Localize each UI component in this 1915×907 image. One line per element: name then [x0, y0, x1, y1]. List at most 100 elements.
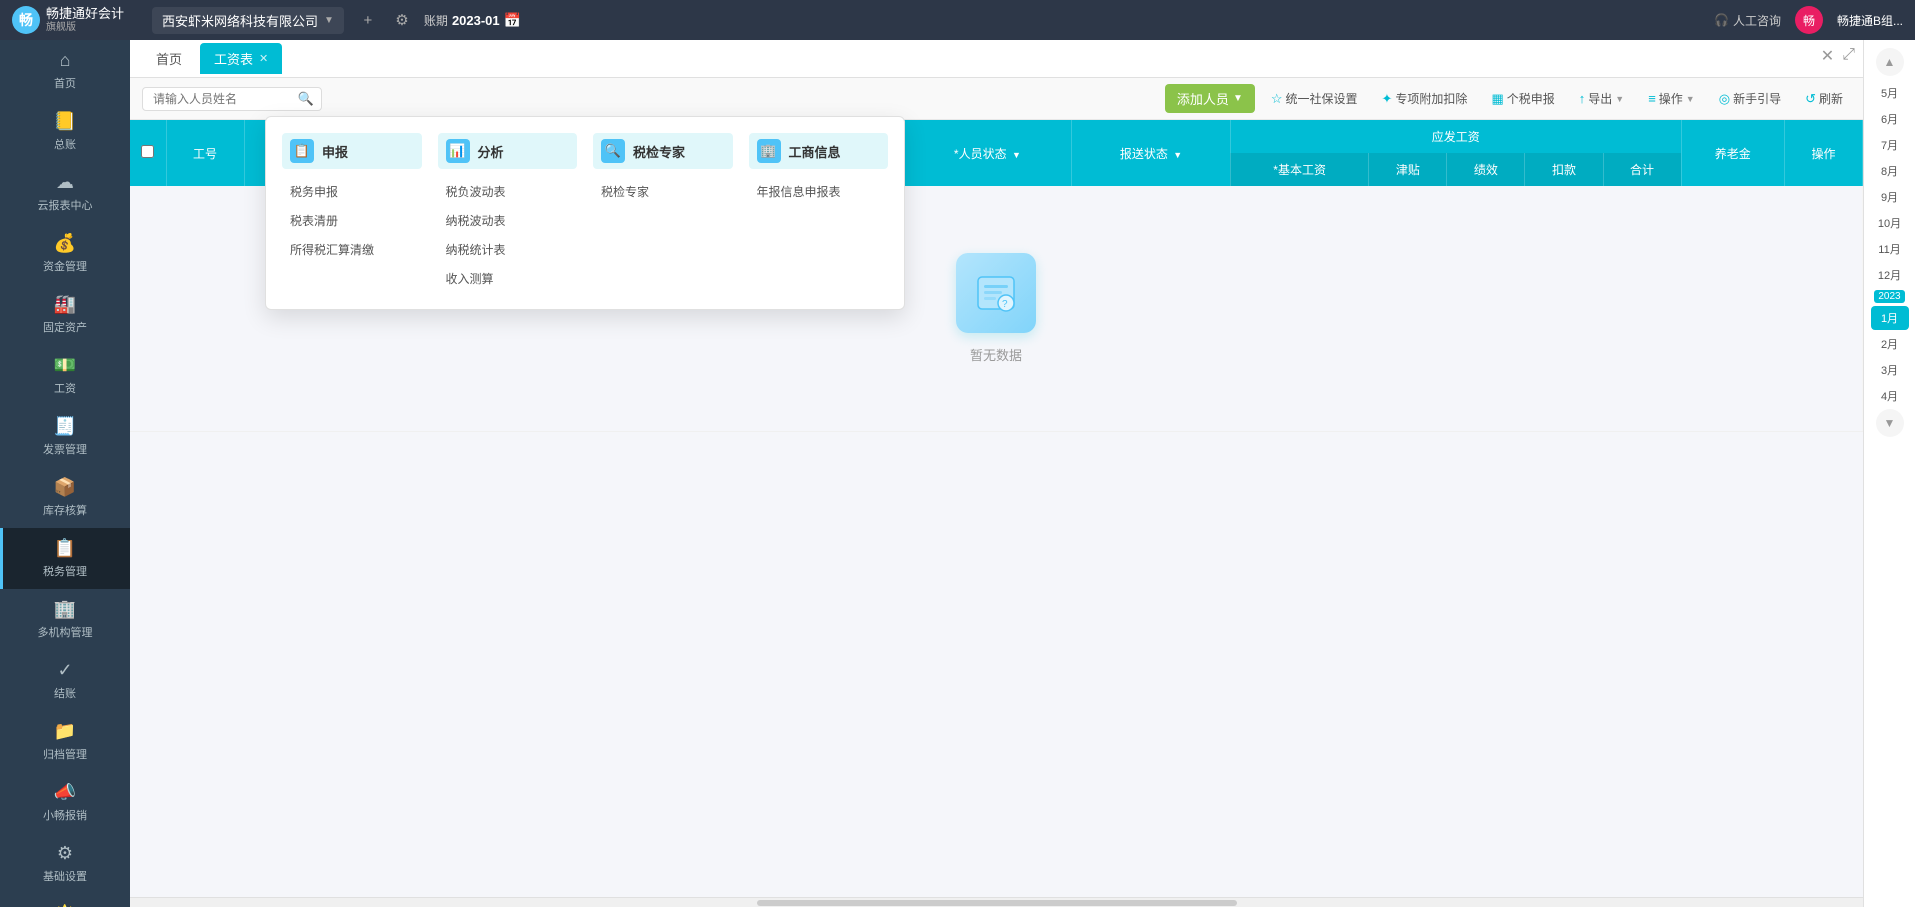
operate-icon: ≡	[1648, 91, 1656, 106]
dropdown-section-tax-expert: 🔍 税检专家 税检专家	[593, 133, 733, 293]
period-label: 账期	[424, 12, 448, 29]
window-maximize-icon[interactable]: ⤢	[1842, 46, 1855, 66]
select-all-checkbox[interactable]	[141, 145, 154, 158]
special-deduction-btn[interactable]: ✦ 专项附加扣除	[1374, 86, 1476, 111]
month-7[interactable]: 7月	[1871, 133, 1909, 157]
tab-salary[interactable]: 工资表 ✕	[200, 43, 282, 74]
refresh-icon: ↺	[1805, 91, 1816, 107]
toolbar: 🔍 添加人员 ▼ ☆ 统一社保设置 ✦ 专项附加扣除 ▦ 个税申报 ↑ 导出	[130, 78, 1863, 120]
add-people-label: 添加人员	[1177, 89, 1229, 108]
month-12[interactable]: 12月	[1871, 263, 1909, 287]
social-setting-btn[interactable]: ☆ 统一社保设置	[1263, 86, 1366, 111]
sidebar-item-inventory[interactable]: 📦 库存核算	[0, 467, 130, 528]
month-4[interactable]: 4月	[1871, 384, 1909, 408]
period-value: 2023-01	[452, 13, 500, 28]
rp-up-nav[interactable]: ▲	[1876, 48, 1904, 76]
sidebar-item-cloud[interactable]: ☁ 云报表中心	[0, 162, 130, 223]
month-6[interactable]: 6月	[1871, 107, 1909, 131]
declaration-title: 申报	[322, 142, 348, 161]
add-people-button[interactable]: 添加人员 ▼	[1165, 84, 1255, 113]
menu-tax-expert[interactable]: 税检专家	[593, 177, 733, 206]
analysis-icon: 📊	[446, 139, 470, 163]
sidebar-item-close[interactable]: ✓ 结账	[0, 650, 130, 711]
salary-icon: 💵	[54, 355, 76, 376]
sidebar-item-home[interactable]: ⌂ 首页	[0, 40, 130, 101]
invoice-icon: 🧾	[54, 416, 76, 437]
sidebar-item-ledger[interactable]: 📒 总账	[0, 101, 130, 162]
operate-btn[interactable]: ≡ 操作 ▼	[1640, 86, 1703, 111]
add-icon-btn[interactable]: +	[356, 8, 380, 32]
month-1-active[interactable]: 1月	[1871, 306, 1909, 330]
app-sub: 旗舰版	[46, 22, 124, 34]
settings-icon-btn[interactable]: ⚙	[390, 8, 414, 32]
dropdown-section-declaration: 📋 申报 税务申报 税表清册 所得税汇算清缴	[282, 133, 422, 293]
sidebar-item-newguide[interactable]: 🌟 新手引导	[0, 894, 130, 907]
menu-tax-clear[interactable]: 税表清册	[282, 206, 422, 235]
logo-icon: 畅	[12, 6, 40, 34]
menu-annual-report[interactable]: 年报信息申报表	[749, 177, 889, 206]
headset-icon: 🎧	[1714, 13, 1729, 27]
svg-text:?: ?	[1002, 299, 1008, 310]
tab-home[interactable]: 首页	[142, 43, 196, 74]
export-btn[interactable]: ↑ 导出 ▼	[1571, 86, 1632, 111]
tab-bar: 首页 工资表 ✕ ✕ ⤢	[130, 40, 1863, 78]
sidebar-item-archive[interactable]: 📁 归档管理	[0, 711, 130, 772]
sidebar-item-tax[interactable]: 📋 税务管理	[0, 528, 130, 589]
sidebar-label-multi: 多机构管理	[38, 624, 93, 640]
sidebar-item-multi[interactable]: 🏢 多机构管理	[0, 589, 130, 650]
month-2[interactable]: 2月	[1871, 332, 1909, 356]
month-8[interactable]: 8月	[1871, 159, 1909, 183]
col-action: 操作	[1784, 120, 1862, 186]
user-name[interactable]: 畅捷通B组...	[1837, 12, 1903, 29]
empty-text: 暂无数据	[970, 345, 1022, 364]
menu-income-estimate[interactable]: 收入测算	[438, 264, 578, 293]
tax-report-icon: ▦	[1491, 91, 1503, 107]
rp-down-nav[interactable]: ▼	[1876, 409, 1904, 437]
tax-report-btn[interactable]: ▦ 个税申报	[1483, 86, 1562, 111]
col-pension: 养老金	[1681, 120, 1784, 186]
search-icon: 🔍	[298, 91, 314, 107]
main-layout: ⌂ 首页 📒 总账 ☁ 云报表中心 💰 资金管理 🏭 固定资产 💵 工资 🧾 发…	[0, 40, 1915, 907]
menu-tax-declaration[interactable]: 税务申报	[282, 177, 422, 206]
sidebar-label-archive: 归档管理	[43, 746, 87, 762]
sidebar-item-basic[interactable]: ⚙ 基础设置	[0, 833, 130, 894]
month-5[interactable]: 5月	[1871, 81, 1909, 105]
new-guide-btn[interactable]: ◎ 新手引导	[1711, 86, 1789, 111]
month-11[interactable]: 11月	[1871, 237, 1909, 261]
calendar-icon[interactable]: 📅	[504, 12, 521, 29]
sidebar-item-xiaochang[interactable]: 📣 小畅报销	[0, 772, 130, 833]
search-input[interactable]	[142, 87, 322, 111]
menu-income-tax[interactable]: 所得税汇算清缴	[282, 235, 422, 264]
refresh-btn[interactable]: ↺ 刷新	[1797, 86, 1851, 111]
sidebar-label-basic: 基础设置	[43, 868, 87, 884]
sidebar-item-fund[interactable]: 💰 资金管理	[0, 223, 130, 284]
report-status-filter-icon[interactable]: ▼	[1173, 150, 1182, 160]
menu-tax-stats[interactable]: 纳税统计表	[438, 235, 578, 264]
col-salary-group-header: 应发工资	[1230, 120, 1681, 153]
sidebar-label-ledger: 总账	[54, 136, 76, 152]
tab-close-salary[interactable]: ✕	[259, 52, 268, 65]
sidebar-item-invoice[interactable]: 🧾 发票管理	[0, 406, 130, 467]
xiaochang-icon: 📣	[54, 782, 76, 803]
month-3[interactable]: 3月	[1871, 358, 1909, 382]
sidebar-item-assets[interactable]: 🏭 固定资产	[0, 284, 130, 345]
social-icon: ☆	[1271, 91, 1283, 107]
status-filter-icon[interactable]: ▼	[1012, 150, 1021, 160]
business-title: 工商信息	[789, 142, 841, 161]
inventory-icon: 📦	[54, 477, 76, 498]
horizontal-scrollbar[interactable]	[130, 897, 1863, 907]
sidebar-label-cloud: 云报表中心	[38, 197, 93, 213]
sidebar-item-salary[interactable]: 💵 工资	[0, 345, 130, 406]
content-area: 首页 工资表 ✕ ✕ ⤢ 🔍 添加人员 ▼ ☆ 统	[130, 40, 1863, 907]
app-name: 畅捷通好会计	[46, 6, 124, 22]
window-close-icon[interactable]: ✕	[1821, 46, 1834, 66]
company-selector[interactable]: 西安虾米网络科技有限公司 ▼	[152, 7, 344, 34]
support-button[interactable]: 🎧 人工咨询	[1714, 12, 1781, 29]
declaration-icon: 📋	[290, 139, 314, 163]
month-9[interactable]: 9月	[1871, 185, 1909, 209]
col-base-salary: *基本工资	[1230, 153, 1368, 186]
menu-tax-burden[interactable]: 税负波动表	[438, 177, 578, 206]
month-10[interactable]: 10月	[1871, 211, 1909, 235]
multi-icon: 🏢	[54, 599, 76, 620]
menu-tax-fluctuation[interactable]: 纳税波动表	[438, 206, 578, 235]
